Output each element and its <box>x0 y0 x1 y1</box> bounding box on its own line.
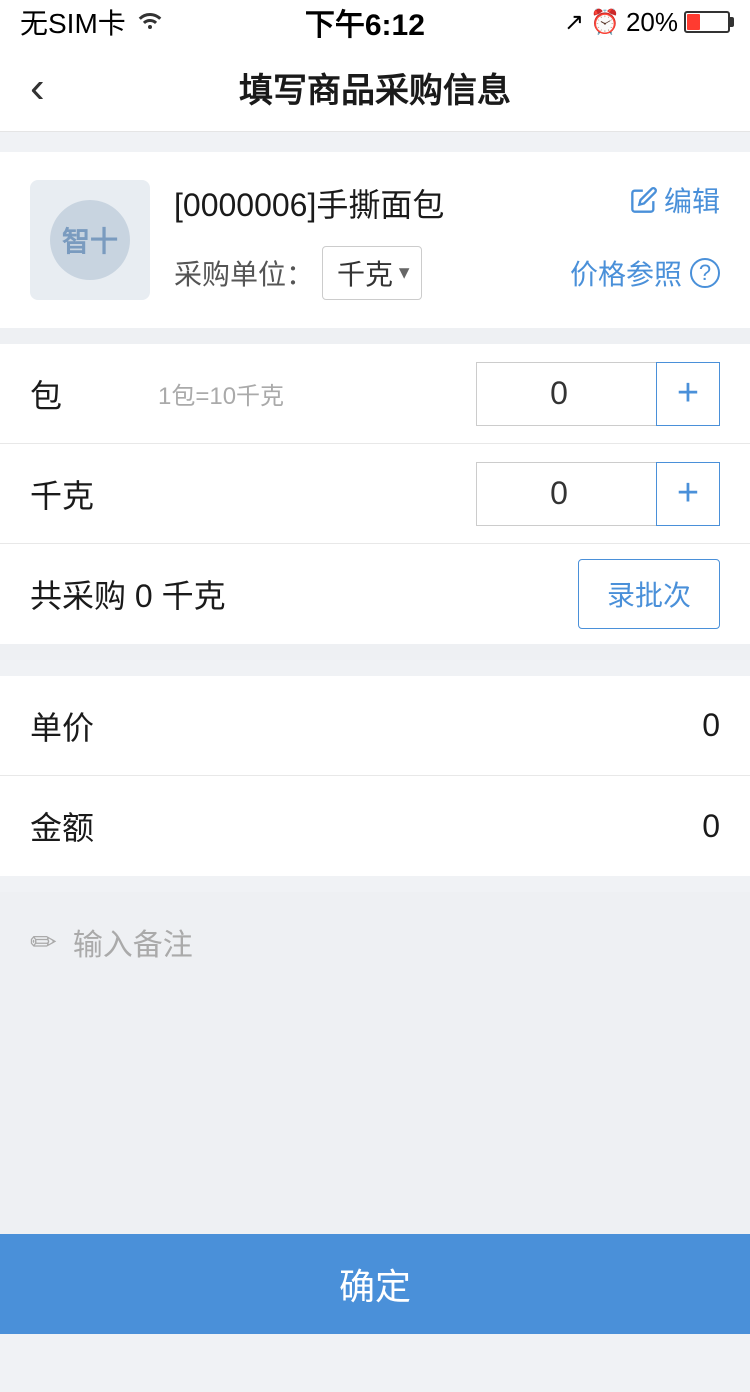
confirm-button-label: 确定 <box>339 1258 411 1310</box>
amount-label: 金额 <box>30 803 94 849</box>
amount-value: 0 <box>702 808 720 845</box>
product-image: 智十 <box>30 180 150 300</box>
product-card: 智十 [0000006]手撕面包 编辑 采购单位： 千克 价格参照 <box>0 152 750 328</box>
section-divider-1 <box>0 328 750 344</box>
edit-link[interactable]: 编辑 <box>630 180 720 220</box>
notes-section[interactable]: ✏ 输入备注 <box>0 892 750 992</box>
bag-qty-input[interactable] <box>476 362 656 426</box>
back-button[interactable]: ‹ <box>30 63 45 113</box>
amount-row: 金额 0 <box>0 776 750 876</box>
kg-label: 千克 <box>30 471 150 517</box>
unit-price-row: 单价 0 <box>0 676 750 776</box>
kg-qty-input[interactable] <box>476 462 656 526</box>
product-name-row: [0000006]手撕面包 编辑 <box>174 180 720 226</box>
unit-price-value: 0 <box>702 707 720 744</box>
status-right: ↗ ⏰ 20% <box>564 7 730 38</box>
bag-qty-input-wrapper: + <box>476 362 720 426</box>
quantity-section: 包 1包=10千克 + 千克 + <box>0 344 750 544</box>
status-bar: 无SIM卡 下午6:12 ↗ ⏰ 20% <box>0 0 750 44</box>
notes-placeholder: 输入备注 <box>73 920 193 964</box>
status-time: 下午6:12 <box>305 0 425 44</box>
bag-row: 包 1包=10千克 + <box>0 344 750 444</box>
bag-sub-label: 1包=10千克 <box>158 376 284 411</box>
status-left: 无SIM卡 <box>20 2 166 42</box>
product-info: [0000006]手撕面包 编辑 采购单位： 千克 价格参照 ? <box>174 180 720 300</box>
battery-percent: 20% <box>626 7 678 38</box>
confirm-button[interactable]: 确定 <box>0 1234 750 1334</box>
page-title: 填写商品采购信息 <box>239 63 511 112</box>
total-row: 共采购 0 千克 录批次 <box>0 544 750 644</box>
main-content: 智十 [0000006]手撕面包 编辑 采购单位： 千克 价格参照 <box>0 152 750 1392</box>
price-section: 单价 0 金额 0 <box>0 676 750 876</box>
battery-icon <box>684 11 730 33</box>
record-batch-button[interactable]: 录批次 <box>578 559 720 629</box>
carrier-text: 无SIM卡 <box>20 2 126 42</box>
kg-qty-plus-button[interactable]: + <box>656 462 720 526</box>
bag-qty-plus-button[interactable]: + <box>656 362 720 426</box>
pencil-icon: ✏ <box>30 923 57 961</box>
total-text: 共采购 0 千克 <box>30 571 226 617</box>
product-full-name: [0000006]手撕面包 <box>174 180 444 226</box>
location-icon: ↗ <box>564 8 584 37</box>
product-logo: 智十 <box>50 200 130 280</box>
unit-select[interactable]: 千克 <box>322 246 422 300</box>
bag-label: 包 <box>30 371 150 417</box>
purchase-unit-label: 采购单位： <box>174 253 314 293</box>
unit-price-label: 单价 <box>30 703 94 749</box>
purchase-unit-row: 采购单位： 千克 价格参照 ? <box>174 246 720 300</box>
kg-row: 千克 + <box>0 444 750 544</box>
help-icon: ? <box>690 258 720 288</box>
nav-bar: ‹ 填写商品采购信息 <box>0 44 750 132</box>
kg-qty-input-wrapper: + <box>476 462 720 526</box>
price-ref-link[interactable]: 价格参照 ? <box>570 253 720 293</box>
alarm-icon: ⏰ <box>590 8 620 37</box>
wifi-icon <box>134 7 166 38</box>
section-divider-2 <box>0 644 750 660</box>
